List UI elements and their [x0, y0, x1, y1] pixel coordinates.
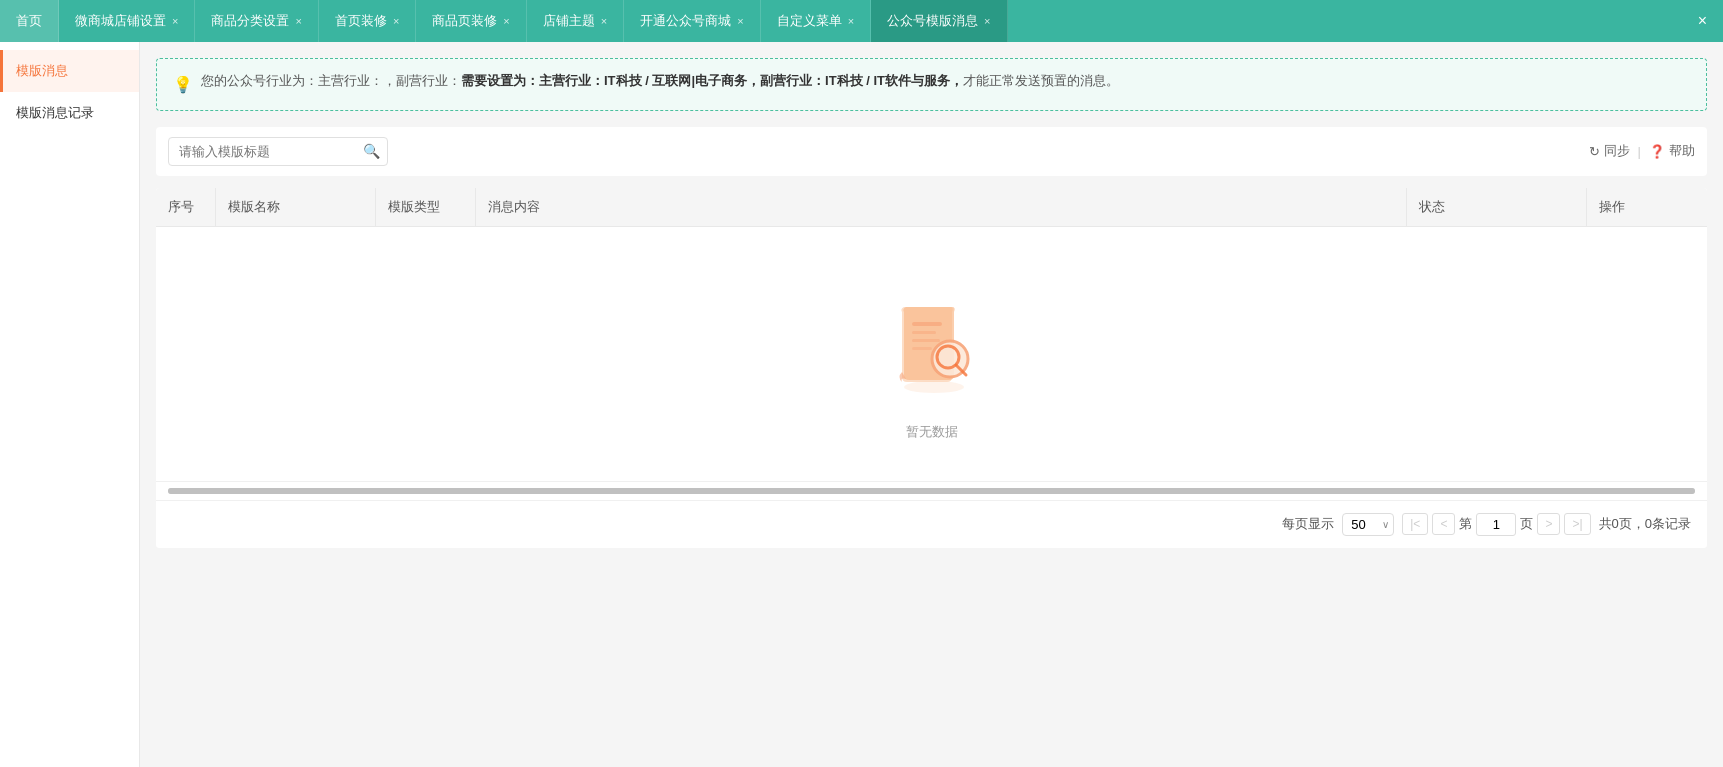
notice-text-suffix: 才能正常发送预置的消息。	[963, 73, 1119, 88]
tab-home[interactable]: 首页	[0, 0, 59, 42]
page-label: 第	[1459, 515, 1472, 533]
notice-text-prefix: 您的公众号行业为：主营行业：，副营行业：	[201, 73, 461, 88]
empty-icon	[872, 287, 992, 407]
tab-open-wechat-close[interactable]: ×	[737, 15, 743, 27]
tab-store-settings-close[interactable]: ×	[172, 15, 178, 27]
prev-page-button[interactable]: <	[1432, 513, 1455, 535]
page-input[interactable]	[1476, 513, 1516, 536]
sidebar: 模版消息 模版消息记录	[0, 42, 140, 767]
sidebar-item-template-message-record[interactable]: 模版消息记录	[0, 92, 139, 134]
tab-store-settings-label: 微商城店铺设置	[75, 12, 166, 30]
search-input-wrap: 🔍	[168, 137, 388, 166]
sidebar-item-template-message[interactable]: 模版消息	[0, 50, 139, 92]
col-template-name: 模版名称	[216, 188, 376, 226]
tab-homepage-close[interactable]: ×	[393, 15, 399, 27]
page-unit-label: 页	[1520, 515, 1533, 533]
tab-homepage[interactable]: 首页装修 ×	[319, 0, 416, 42]
help-button[interactable]: ❓ 帮助	[1649, 142, 1695, 160]
notice-box: 💡 您的公众号行业为：主营行业：，副营行业：需要设置为：主营行业：IT科技 / …	[156, 58, 1707, 111]
scrollbar-thumb	[168, 488, 1695, 494]
notice-icon: 💡	[173, 72, 193, 98]
tab-category-close[interactable]: ×	[295, 15, 301, 27]
tab-custom-menu[interactable]: 自定义菜单 ×	[761, 0, 871, 42]
close-all-tabs[interactable]: ×	[1682, 0, 1723, 42]
page-total: 共0页，0条记录	[1599, 515, 1691, 533]
page-nav: |< < 第 页 > >|	[1402, 513, 1590, 536]
tab-product-page-label: 商品页装修	[432, 12, 497, 30]
tab-template-message-label: 公众号模版消息	[887, 12, 978, 30]
col-template-type: 模版类型	[376, 188, 476, 226]
empty-state: 暂无数据	[156, 227, 1707, 481]
sync-button[interactable]: ↻ 同步	[1589, 142, 1630, 160]
svg-point-0	[904, 381, 964, 393]
tab-store-settings[interactable]: 微商城店铺设置 ×	[59, 0, 195, 42]
toolbar-right: ↻ 同步 | ❓ 帮助	[1589, 142, 1695, 160]
sync-label: 同步	[1604, 142, 1630, 160]
per-page-label: 每页显示	[1282, 515, 1334, 533]
search-input[interactable]	[168, 137, 388, 166]
search-button[interactable]: 🔍	[363, 143, 380, 159]
notice-text: 您的公众号行业为：主营行业：，副营行业：需要设置为：主营行业：IT科技 / 互联…	[201, 71, 1119, 92]
sidebar-item-template-message-label: 模版消息	[16, 63, 68, 78]
data-table: 序号 模版名称 模版类型 消息内容 状态 操作	[156, 188, 1707, 548]
per-page-select-wrap: 50 20 100	[1342, 513, 1394, 536]
toolbar: 🔍 ↻ 同步 | ❓ 帮助	[156, 127, 1707, 176]
help-icon: ❓	[1649, 144, 1665, 159]
tab-home-label: 首页	[16, 12, 42, 30]
tab-template-message[interactable]: 公众号模版消息 ×	[871, 0, 1007, 42]
tab-category-label: 商品分类设置	[211, 12, 289, 30]
tab-open-wechat[interactable]: 开通公众号商城 ×	[624, 0, 760, 42]
tab-category[interactable]: 商品分类设置 ×	[195, 0, 318, 42]
col-status: 状态	[1407, 188, 1587, 226]
tab-product-page[interactable]: 商品页装修 ×	[416, 0, 526, 42]
tab-homepage-label: 首页装修	[335, 12, 387, 30]
sync-icon: ↻	[1589, 144, 1600, 159]
svg-rect-2	[912, 331, 936, 334]
next-page-button[interactable]: >	[1537, 513, 1560, 535]
tab-custom-menu-label: 自定义菜单	[777, 12, 842, 30]
svg-rect-4	[912, 347, 932, 350]
search-area: 🔍	[168, 137, 388, 166]
help-label: 帮助	[1669, 142, 1695, 160]
last-page-button[interactable]: >|	[1564, 513, 1590, 535]
tab-open-wechat-label: 开通公众号商城	[640, 12, 731, 30]
per-page-select[interactable]: 50 20 100	[1342, 513, 1394, 536]
svg-rect-3	[912, 339, 940, 342]
table-header: 序号 模版名称 模版类型 消息内容 状态 操作	[156, 188, 1707, 227]
svg-rect-1	[912, 322, 942, 326]
tab-theme-label: 店铺主题	[543, 12, 595, 30]
col-action: 操作	[1587, 188, 1707, 226]
tab-template-message-close[interactable]: ×	[984, 15, 990, 27]
toolbar-divider: |	[1638, 144, 1641, 159]
first-page-button[interactable]: |<	[1402, 513, 1428, 535]
col-index: 序号	[156, 188, 216, 226]
content-area: 💡 您的公众号行业为：主营行业：，副营行业：需要设置为：主营行业：IT科技 / …	[140, 42, 1723, 767]
tab-theme-close[interactable]: ×	[601, 15, 607, 27]
tab-product-page-close[interactable]: ×	[503, 15, 509, 27]
main-layout: 模版消息 模版消息记录 💡 您的公众号行业为：主营行业：，副营行业：需要设置为：…	[0, 42, 1723, 767]
empty-text: 暂无数据	[906, 423, 958, 441]
tab-theme[interactable]: 店铺主题 ×	[527, 0, 624, 42]
pagination: 每页显示 50 20 100 |< < 第 页 > >|	[156, 500, 1707, 548]
notice-highlight: 需要设置为：主营行业：IT科技 / 互联网|电子商务，副营行业：IT科技 / I…	[461, 73, 963, 88]
horizontal-scrollbar[interactable]	[168, 488, 1695, 494]
tab-bar: 首页 微商城店铺设置 × 商品分类设置 × 首页装修 × 商品页装修 × 店铺主…	[0, 0, 1723, 42]
tab-custom-menu-close[interactable]: ×	[848, 15, 854, 27]
sidebar-item-template-message-record-label: 模版消息记录	[16, 105, 94, 120]
col-message-content: 消息内容	[476, 188, 1407, 226]
scrollbar-row	[156, 481, 1707, 500]
